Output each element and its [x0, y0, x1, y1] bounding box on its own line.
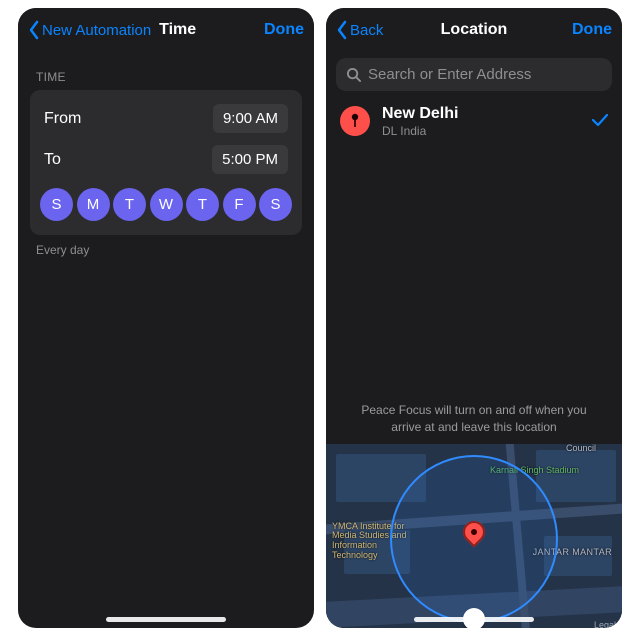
day-toggle-tue[interactable]: T — [113, 188, 146, 221]
page-title: Time — [151, 21, 204, 39]
map-section: Peace Focus will turn on and off when yo… — [326, 392, 622, 628]
location-screen: Back Location Done Search or Enter Addre… — [326, 8, 622, 628]
section-label-time: TIME — [18, 52, 314, 90]
location-result-row[interactable]: New Delhi DL India — [326, 95, 622, 148]
day-toggle-mon[interactable]: M — [77, 188, 110, 221]
chevron-left-icon — [28, 20, 40, 40]
day-toggle-sat[interactable]: S — [259, 188, 292, 221]
location-subtitle: DL India — [382, 124, 580, 138]
map-view[interactable]: Council Karnail Singh Stadium YMCA Insti… — [326, 444, 622, 628]
from-label: From — [44, 110, 81, 128]
map-caption: Peace Focus will turn on and off when yo… — [326, 392, 622, 444]
from-row: From 9:00 AM — [40, 98, 292, 139]
map-label-council: Council — [566, 444, 596, 454]
time-card: From 9:00 AM To 5:00 PM S M T W T F S — [30, 90, 302, 235]
back-button[interactable]: New Automation — [28, 20, 151, 40]
back-button[interactable]: Back — [336, 20, 436, 40]
home-indicator[interactable] — [414, 617, 534, 622]
location-title: New Delhi — [382, 105, 580, 123]
day-toggle-fri[interactable]: F — [223, 188, 256, 221]
from-time-picker[interactable]: 9:00 AM — [213, 104, 288, 133]
time-screen: New Automation Time Done TIME From 9:00 … — [18, 8, 314, 628]
day-toggle-wed[interactable]: W — [150, 188, 183, 221]
done-button[interactable]: Done — [512, 21, 612, 39]
to-time-picker[interactable]: 5:00 PM — [212, 145, 288, 174]
done-button[interactable]: Done — [204, 21, 304, 39]
pin-icon — [340, 106, 370, 136]
home-indicator[interactable] — [106, 617, 226, 622]
map-legal-link[interactable]: Legal — [594, 620, 616, 628]
to-label: To — [44, 151, 61, 169]
day-toggle-sun[interactable]: S — [40, 188, 73, 221]
chevron-left-icon — [336, 20, 348, 40]
recurrence-label: Every day — [18, 235, 314, 265]
search-input[interactable]: Search or Enter Address — [336, 58, 612, 91]
search-placeholder: Search or Enter Address — [368, 66, 531, 83]
navbar-time: New Automation Time Done — [18, 8, 314, 52]
day-toggle-thu[interactable]: T — [186, 188, 219, 221]
days-row: S M T W T F S — [40, 180, 292, 223]
page-title: Location — [436, 21, 512, 39]
back-label: Back — [350, 22, 383, 39]
to-row: To 5:00 PM — [40, 139, 292, 180]
search-icon — [346, 67, 361, 82]
navbar-location: Back Location Done — [326, 8, 622, 52]
checkmark-icon — [592, 111, 608, 132]
location-text: New Delhi DL India — [382, 105, 580, 138]
back-label: New Automation — [42, 22, 151, 39]
